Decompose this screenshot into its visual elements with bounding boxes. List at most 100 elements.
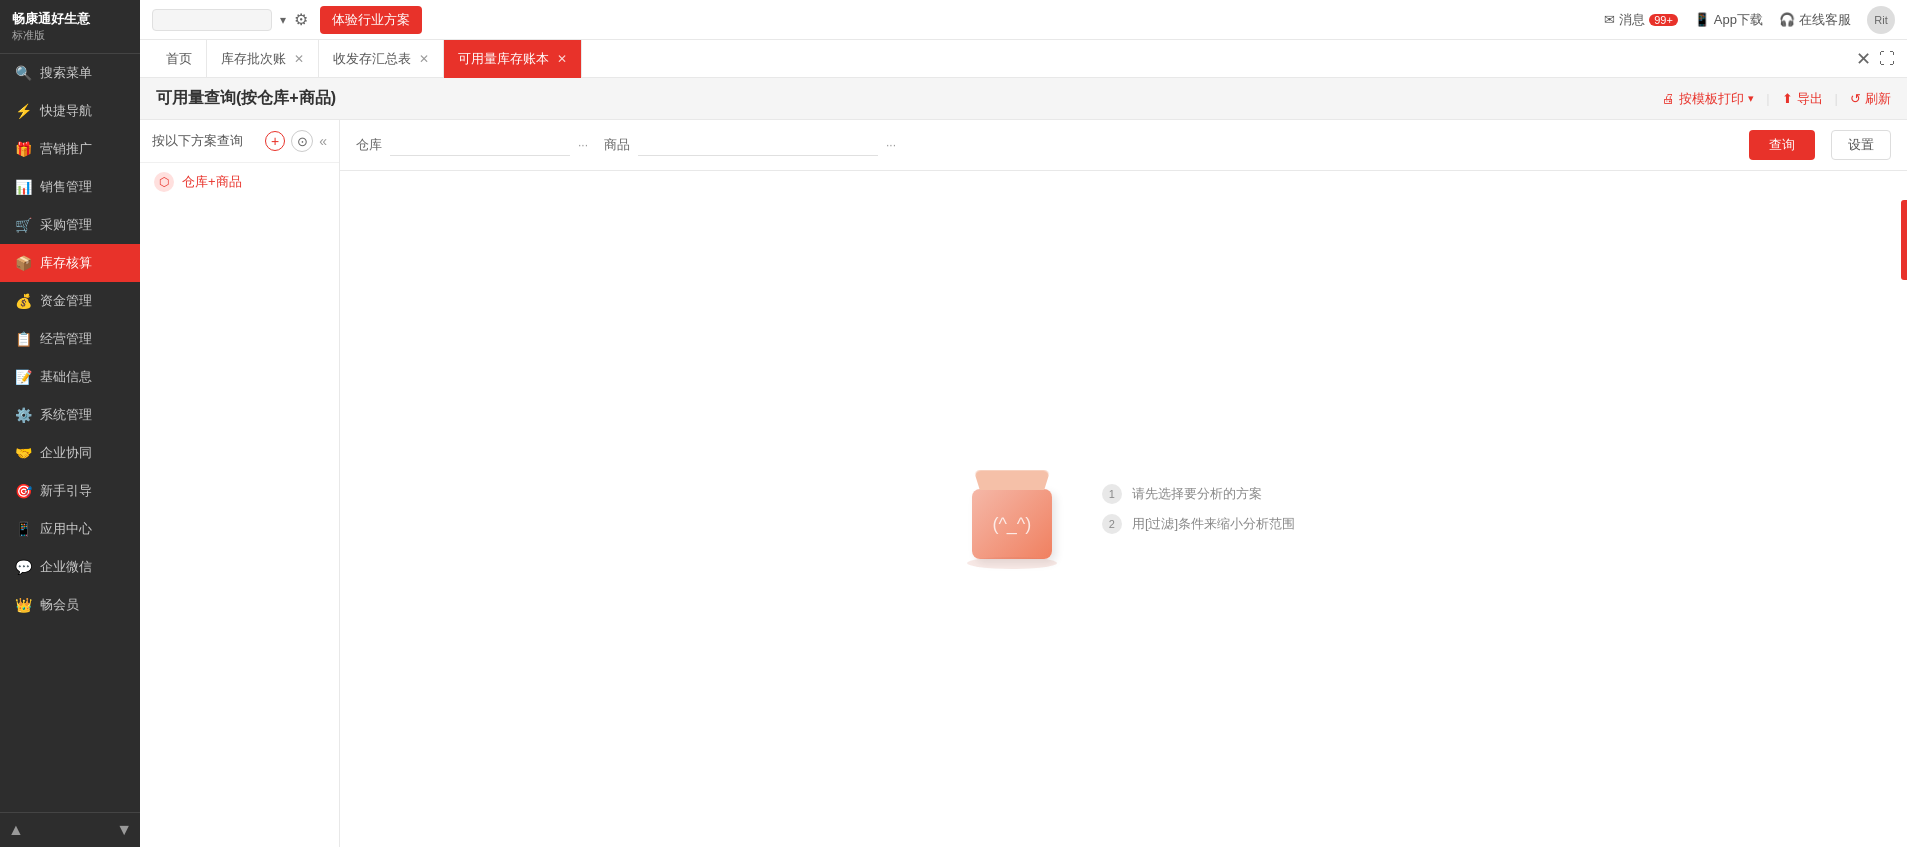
online-service-button[interactable]: 🎧 在线客服 <box>1779 11 1851 29</box>
export-label: 导出 <box>1797 90 1823 108</box>
sidebar-item-label: 畅会员 <box>40 596 79 614</box>
money-icon: 💰 <box>14 292 32 310</box>
chevron-down-icon[interactable]: ▾ <box>280 13 286 27</box>
mobile-download-icon: 📱 <box>1694 12 1710 27</box>
product-input[interactable] <box>638 134 878 156</box>
sidebar-item-label: 经营管理 <box>40 330 92 348</box>
close-icon[interactable]: ✕ <box>419 52 429 66</box>
sidebar-item-label: 快捷导航 <box>40 102 92 120</box>
warehouse-input[interactable] <box>390 134 570 156</box>
cart-icon: 🛒 <box>14 216 32 234</box>
sidebar-item-new-guide[interactable]: 🎯 新手引导 <box>0 472 140 510</box>
product-label: 商品 <box>604 136 630 154</box>
sidebar-item-marketing-promo[interactable]: 🎁 营销推广 <box>0 130 140 168</box>
user-name: Rit <box>1874 14 1887 26</box>
chevron-down-icon: ▾ <box>1748 92 1754 105</box>
scroll-up-button[interactable]: ▲ <box>8 821 24 839</box>
message-badge: 99+ <box>1649 14 1678 26</box>
page-header: 可用量查询(按仓库+商品) 🖨 按模板打印 ▾ | ⬆ 导出 | ↺ 刷新 <box>140 78 1907 120</box>
page-title: 可用量查询(按仓库+商品) <box>156 88 336 109</box>
sidebar-item-app-center[interactable]: 📱 应用中心 <box>0 510 140 548</box>
sidebar-item-basic-info[interactable]: 📝 基础信息 <box>0 358 140 396</box>
refresh-icon: ↺ <box>1850 91 1861 106</box>
close-icon[interactable]: ✕ <box>294 52 304 66</box>
print-template-button[interactable]: 🖨 按模板打印 ▾ <box>1662 90 1754 108</box>
sidebar-item-enterprise-wechat[interactable]: 💬 企业微信 <box>0 548 140 586</box>
sidebar-item-sales[interactable]: 📊 销售管理 <box>0 168 140 206</box>
close-icon[interactable]: ✕ <box>557 52 567 66</box>
filter-panel: 按以下方案查询 + ⊙ « ⬡ 仓库+商品 <box>140 120 340 847</box>
crown-icon: 👑 <box>14 596 32 614</box>
sidebar-item-system[interactable]: ⚙️ 系统管理 <box>0 396 140 434</box>
search-input[interactable] <box>152 9 272 31</box>
settings-icon[interactable]: ⚙ <box>294 10 308 29</box>
expand-icon[interactable]: ⛶ <box>1879 50 1895 68</box>
sidebar-item-search[interactable]: 🔍 搜索菜单 <box>0 54 140 92</box>
sidebar-footer: ▲ ▼ <box>0 812 140 847</box>
topbar: ▾ ⚙ 体验行业方案 ✉ 消息 99+ 📱 App下载 🎧 在线客服 Rit <box>140 0 1907 40</box>
sidebar-item-label: 新手引导 <box>40 482 92 500</box>
sidebar-item-inventory[interactable]: 📦 库存核算 <box>0 244 140 282</box>
empty-hints: 1 请先选择要分析的方案 2 用[过滤]条件来缩小分析范围 <box>1102 484 1295 534</box>
add-filter-button[interactable]: + <box>265 131 285 151</box>
sidebar-scroll: 🔍 搜索菜单 ⚡ 快捷导航 🎁 营销推广 📊 销售管理 🛒 采购管理 📦 库存核… <box>0 54 140 812</box>
tabs-right-actions: ✕ ⛶ <box>1856 48 1895 70</box>
collapse-panel-icon[interactable]: « <box>319 133 327 149</box>
sidebar-item-enterprise[interactable]: 🤝 企业协同 <box>0 434 140 472</box>
filter-panel-header: 按以下方案查询 + ⊙ « <box>140 120 339 163</box>
query-button[interactable]: 查询 <box>1749 130 1815 160</box>
tab-home[interactable]: 首页 <box>152 40 207 78</box>
headset-icon: 🎧 <box>1779 12 1795 27</box>
app-download-label: App下载 <box>1714 11 1763 29</box>
column-settings-button[interactable]: 设置 <box>1831 130 1891 160</box>
warehouse-label: 仓库 <box>356 136 382 154</box>
topbar-right: ✉ 消息 99+ 📱 App下载 🎧 在线客服 Rit <box>1604 6 1895 34</box>
cube-icon: ⬡ <box>159 175 169 189</box>
app-download-button[interactable]: 📱 App下载 <box>1694 11 1763 29</box>
product-more-button[interactable]: ··· <box>886 138 896 152</box>
sidebar-item-finance[interactable]: 💰 资金管理 <box>0 282 140 320</box>
main-content: ▾ ⚙ 体验行业方案 ✉ 消息 99+ 📱 App下载 🎧 在线客服 Rit <box>140 0 1907 847</box>
tab-batch-ledger[interactable]: 库存批次账 ✕ <box>207 40 319 78</box>
filter-settings-button[interactable]: ⊙ <box>291 130 313 152</box>
tab-available-ledger[interactable]: 可用量库存账本 ✕ <box>444 40 582 78</box>
sidebar-item-purchase[interactable]: 🛒 采购管理 <box>0 206 140 244</box>
divider: | <box>1766 91 1769 106</box>
tab-label: 收发存汇总表 <box>333 50 411 68</box>
sidebar-item-operations[interactable]: 📋 经营管理 <box>0 320 140 358</box>
sidebar-item-label: 销售管理 <box>40 178 92 196</box>
sidebar-item-label: 库存核算 <box>40 254 92 272</box>
tabs-bar: 首页 库存批次账 ✕ 收发存汇总表 ✕ 可用量库存账本 ✕ ✕ ⛶ <box>140 40 1907 78</box>
sidebar-item-label: 企业微信 <box>40 558 92 576</box>
sidebar-item-membership[interactable]: 👑 畅会员 <box>0 586 140 624</box>
note-icon: 📝 <box>14 368 32 386</box>
sidebar-item-label: 搜索菜单 <box>40 64 92 82</box>
tab-receive-summary[interactable]: 收发存汇总表 ✕ <box>319 40 444 78</box>
hint-text-2: 用[过滤]条件来缩小分析范围 <box>1132 515 1295 533</box>
filter-item-warehouse-product[interactable]: ⬡ 仓库+商品 <box>140 163 339 201</box>
product-condition-group: 商品 ··· <box>604 134 896 156</box>
filter-panel-title: 按以下方案查询 <box>152 132 243 150</box>
sidebar-item-shortcut[interactable]: ⚡ 快捷导航 <box>0 92 140 130</box>
empty-illustration <box>952 449 1072 569</box>
close-all-tabs-button[interactable]: ✕ <box>1856 48 1871 70</box>
sidebar-item-label: 营销推广 <box>40 140 92 158</box>
empty-shadow <box>967 557 1057 569</box>
empty-hint-1: 1 请先选择要分析的方案 <box>1102 484 1295 504</box>
shortcut-icon: ⚡ <box>14 102 32 120</box>
warehouse-more-button[interactable]: ··· <box>578 138 588 152</box>
content-area: 按以下方案查询 + ⊙ « ⬡ 仓库+商品 仓库 <box>140 120 1907 847</box>
industry-solution-button[interactable]: 体验行业方案 <box>320 6 422 34</box>
refresh-button[interactable]: ↺ 刷新 <box>1850 90 1891 108</box>
message-button[interactable]: ✉ 消息 99+ <box>1604 11 1678 29</box>
sidebar-item-label: 系统管理 <box>40 406 92 424</box>
export-icon: ⬆ <box>1782 91 1793 106</box>
target-icon: 🎯 <box>14 482 32 500</box>
app-name: 畅康通好生意 <box>12 10 128 28</box>
scroll-down-button[interactable]: ▼ <box>116 821 132 839</box>
user-profile-button[interactable]: Rit <box>1867 6 1895 34</box>
export-button[interactable]: ⬆ 导出 <box>1782 90 1823 108</box>
filter-panel-actions: + ⊙ « <box>265 130 327 152</box>
hint-number-1: 1 <box>1102 484 1122 504</box>
query-conditions: 仓库 ··· 商品 ··· 查询 设置 <box>340 120 1907 171</box>
